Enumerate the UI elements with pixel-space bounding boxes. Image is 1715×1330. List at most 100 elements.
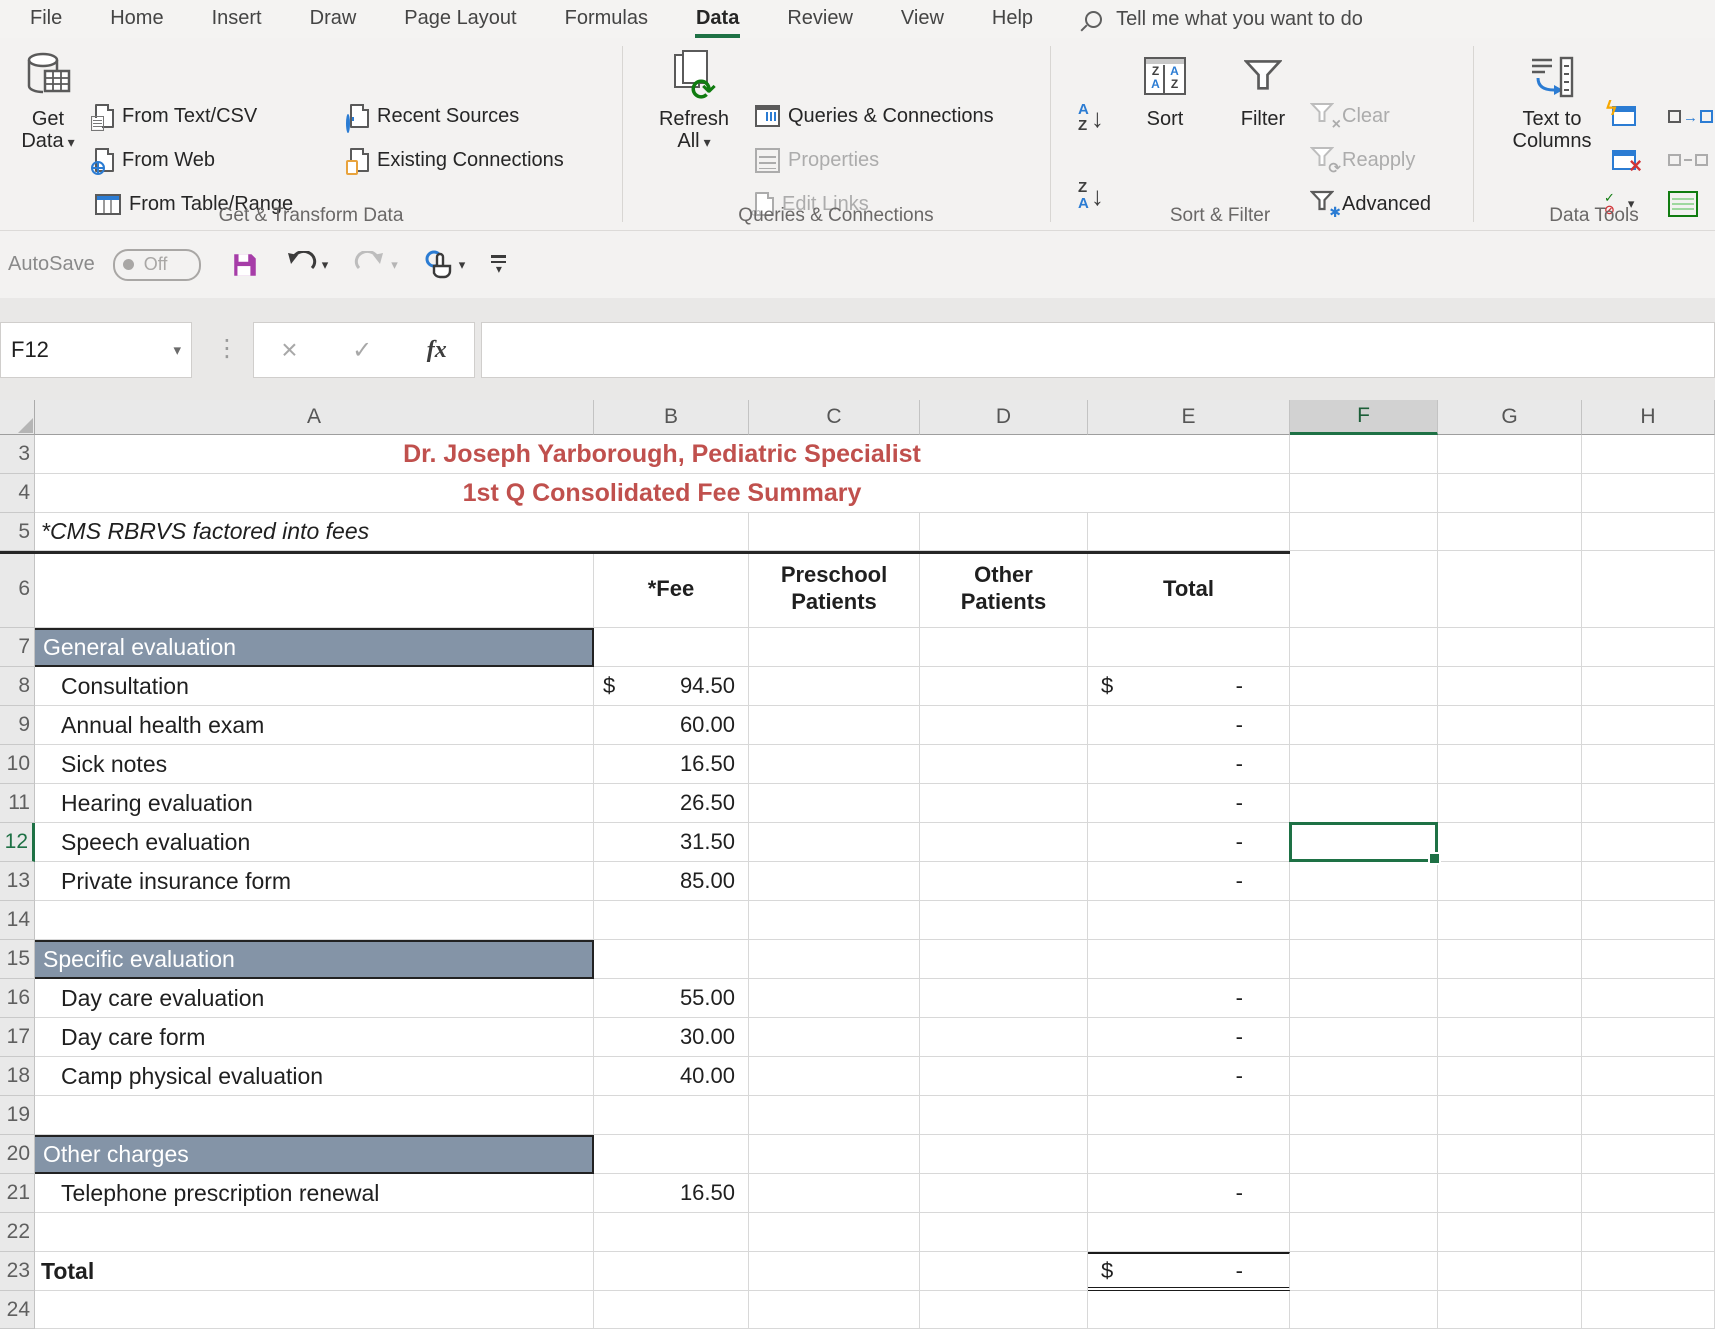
item-name-cell[interactable]: Speech evaluation [35, 823, 594, 862]
fee-cell[interactable]: 26.50 [594, 784, 749, 823]
cell-H[interactable] [1582, 745, 1715, 784]
relationships-button[interactable] [1668, 142, 1708, 178]
text-to-columns-button[interactable]: Text to Columns [1506, 50, 1598, 153]
touch-mouse-mode-button[interactable]: ▾ [424, 250, 466, 280]
cell-G[interactable] [1438, 1135, 1582, 1174]
item-name-cell[interactable]: Hearing evaluation [35, 784, 594, 823]
cell-C[interactable] [749, 1213, 920, 1252]
cell-H[interactable] [1582, 1252, 1715, 1291]
fee-cell[interactable]: 16.50 [594, 1174, 749, 1213]
cell-H[interactable] [1582, 1135, 1715, 1174]
tell-me-search[interactable]: Tell me what you want to do [1085, 0, 1363, 38]
cell-D[interactable] [920, 628, 1088, 667]
total-cell[interactable]: - [1088, 1057, 1290, 1096]
cell-C[interactable] [749, 1018, 920, 1057]
cell-G[interactable] [1438, 940, 1582, 979]
cell-D[interactable] [920, 745, 1088, 784]
cell-F[interactable] [1290, 667, 1438, 706]
cell-C[interactable] [749, 1174, 920, 1213]
cell-A[interactable] [35, 1096, 594, 1135]
cell-C[interactable] [749, 940, 920, 979]
section-header-cell[interactable]: General evaluation [35, 628, 594, 667]
cell-G[interactable] [1438, 823, 1582, 862]
row-header-19[interactable]: 19 [0, 1096, 35, 1135]
cell-D[interactable] [920, 940, 1088, 979]
cell-F[interactable] [1290, 513, 1438, 551]
cell-A[interactable] [35, 1291, 594, 1329]
cell-D[interactable] [920, 513, 1088, 551]
item-name-cell[interactable]: Camp physical evaluation [35, 1057, 594, 1096]
cell-G[interactable] [1438, 435, 1582, 474]
cell-C[interactable] [749, 706, 920, 745]
cell-F[interactable] [1290, 784, 1438, 823]
row-header-6[interactable]: 6 [0, 551, 35, 628]
row-header-4[interactable]: 4 [0, 474, 35, 513]
cell-D[interactable] [920, 1135, 1088, 1174]
row-header-12[interactable]: 12 [0, 823, 35, 862]
clear-filter-button[interactable]: Clear [1310, 98, 1390, 134]
fee-cell[interactable]: 16.50 [594, 745, 749, 784]
cell-B[interactable] [594, 1096, 749, 1135]
total-cell[interactable]: - [1088, 979, 1290, 1018]
cell-F[interactable] [1290, 1213, 1438, 1252]
cell-D[interactable] [920, 1252, 1088, 1291]
item-name-cell[interactable]: Telephone prescription renewal [35, 1174, 594, 1213]
cell-H[interactable] [1582, 1057, 1715, 1096]
cell-E[interactable] [1088, 1291, 1290, 1329]
total-cell[interactable]: - [1088, 706, 1290, 745]
reapply-filter-button[interactable]: Reapply [1310, 142, 1415, 178]
fee-cell[interactable]: 30.00 [594, 1018, 749, 1057]
undo-button[interactable]: ▾ [285, 251, 329, 279]
cell-D[interactable] [920, 1291, 1088, 1329]
cell-B[interactable] [594, 1213, 749, 1252]
cell-H[interactable] [1582, 1018, 1715, 1057]
item-name-cell[interactable]: Day care evaluation [35, 979, 594, 1018]
cell-G[interactable] [1438, 1096, 1582, 1135]
fee-cell[interactable]: $94.50 [594, 667, 749, 706]
redo-button[interactable]: ▾ [354, 251, 398, 279]
row-header-7[interactable]: 7 [0, 628, 35, 667]
item-name-cell[interactable]: Private insurance form [35, 862, 594, 901]
cell-H[interactable] [1582, 862, 1715, 901]
cell-E[interactable] [1088, 513, 1290, 551]
cell-F[interactable] [1290, 1135, 1438, 1174]
cell-G[interactable] [1438, 474, 1582, 513]
row-header-3[interactable]: 3 [0, 435, 35, 474]
row-header-22[interactable]: 22 [0, 1213, 35, 1252]
cell-F[interactable] [1290, 435, 1438, 474]
cell-F[interactable] [1290, 1174, 1438, 1213]
cell-H[interactable] [1582, 1291, 1715, 1329]
cell-A[interactable] [35, 901, 594, 940]
cell-D[interactable] [920, 1096, 1088, 1135]
cell-G[interactable] [1438, 667, 1582, 706]
cell-C[interactable] [749, 1252, 920, 1291]
total-cell[interactable]: - [1088, 862, 1290, 901]
cell-D[interactable] [920, 901, 1088, 940]
column-header-D[interactable]: D [920, 400, 1088, 435]
cell-C[interactable] [749, 628, 920, 667]
row-header-17[interactable]: 17 [0, 1018, 35, 1057]
autosave-toggle[interactable]: Off [113, 249, 201, 281]
row-header-23[interactable]: 23 [0, 1252, 35, 1291]
from-text-csv-button[interactable]: From Text/CSV [95, 98, 257, 134]
merged-title-cell[interactable]: 1st Q Consolidated Fee Summary [35, 474, 1290, 513]
cell-D[interactable] [920, 979, 1088, 1018]
cell-E[interactable] [1088, 901, 1290, 940]
cell-C[interactable] [749, 667, 920, 706]
cell-F[interactable] [1290, 1018, 1438, 1057]
from-web-button[interactable]: From Web [95, 142, 215, 178]
row-header-24[interactable]: 24 [0, 1291, 35, 1329]
total-cell[interactable]: - [1088, 784, 1290, 823]
cell-C[interactable] [749, 1291, 920, 1329]
tab-view[interactable]: View [900, 0, 945, 38]
formula-input[interactable] [481, 322, 1715, 378]
cell-H[interactable] [1582, 979, 1715, 1018]
save-button[interactable] [231, 251, 259, 279]
cell-F[interactable] [1290, 979, 1438, 1018]
cell-C[interactable] [749, 745, 920, 784]
remove-duplicates-button[interactable] [1612, 142, 1636, 178]
enter-icon[interactable] [352, 336, 372, 365]
cell-C[interactable] [749, 979, 920, 1018]
recent-sources-button[interactable]: Recent Sources [350, 98, 519, 134]
cell-F[interactable] [1290, 862, 1438, 901]
